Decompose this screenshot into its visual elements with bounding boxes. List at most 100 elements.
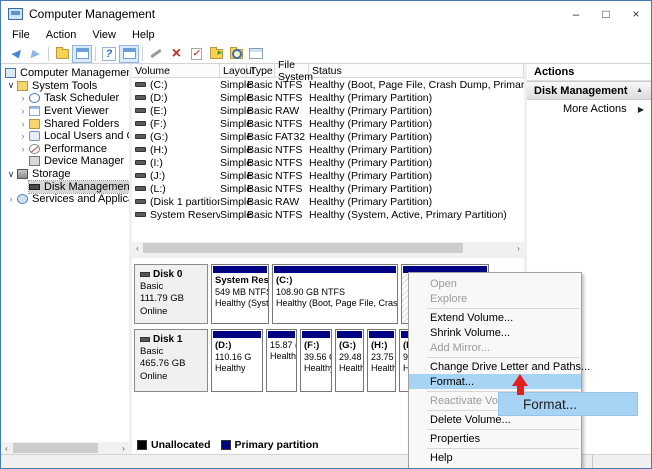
system-tools-icon <box>17 81 28 91</box>
show-console-tree-button[interactable] <box>72 45 92 63</box>
sidebar-item-computer-management[interactable]: Computer Management (Local <box>1 67 129 80</box>
forward-button[interactable] <box>25 45 45 63</box>
menu-item-format[interactable]: Format... <box>409 374 581 389</box>
menu-item-properties[interactable]: Properties <box>409 431 581 446</box>
scroll-right-icon[interactable]: › <box>513 242 524 254</box>
column-header-status[interactable]: Status <box>309 64 524 77</box>
table-row[interactable]: (I:) Simple Basic NTFS Healthy (Primary … <box>132 156 524 169</box>
chevron-expanded-icon[interactable] <box>5 169 17 180</box>
console-tree: Computer Management (Local System Tools … <box>1 64 129 442</box>
volume-icon <box>135 134 146 139</box>
partition-header <box>302 331 330 338</box>
check-disk-button[interactable] <box>186 45 206 63</box>
table-row[interactable]: (F:) Simple Basic NTFS Healthy (Primary … <box>132 117 524 130</box>
menu-item-explore: Explore <box>409 291 581 306</box>
menu-help[interactable]: Help <box>124 27 163 43</box>
column-header-type[interactable]: Type <box>247 64 275 77</box>
sidebar-item-system-tools[interactable]: System Tools <box>1 80 129 93</box>
more-actions-item[interactable]: More Actions <box>527 100 651 118</box>
chevron-collapsed-icon[interactable] <box>17 106 29 116</box>
volume-list-horizontal-scrollbar[interactable]: ‹ › <box>132 242 524 254</box>
column-header-file-system[interactable]: File System <box>275 64 309 77</box>
partition-system-reserved[interactable]: System Reserve 549 MB NTFS Healthy (Syst… <box>211 264 269 324</box>
table-row[interactable]: System Reserved (K:) Simple Basic NTFS H… <box>132 208 524 221</box>
menu-item-shrink-volume[interactable]: Shrink Volume... <box>409 325 581 340</box>
chevron-collapsed-icon[interactable] <box>5 194 17 204</box>
sidebar-item-device-manager[interactable]: Device Manager <box>1 155 129 168</box>
table-row[interactable]: (Disk 1 partition 2) Simple Basic RAW He… <box>132 195 524 208</box>
column-header-volume[interactable]: Volume <box>132 64 220 77</box>
table-row[interactable]: (D:) Simple Basic NTFS Healthy (Primary … <box>132 91 524 104</box>
partition-d[interactable]: (D:) 110.16 G Healthy <box>211 329 263 392</box>
menu-separator <box>427 429 579 430</box>
chevron-collapsed-icon[interactable] <box>17 119 29 129</box>
menu-file[interactable]: File <box>4 27 38 43</box>
find-button[interactable] <box>226 45 246 63</box>
table-row[interactable]: (H:) Simple Basic NTFS Healthy (Primary … <box>132 143 524 156</box>
sidebar-item-event-viewer[interactable]: Event Viewer <box>1 105 129 118</box>
menu-action[interactable]: Action <box>38 27 85 43</box>
partition-g[interactable]: (G:) 29.48 G Healthy <box>335 329 364 392</box>
remote-tool-button[interactable] <box>146 45 166 63</box>
tree-selection: Disk Management <box>29 181 129 193</box>
scroll-right-icon[interactable]: › <box>118 442 129 454</box>
delete-button[interactable] <box>166 45 186 63</box>
chevron-collapsed-icon[interactable] <box>17 93 29 103</box>
scroll-left-icon[interactable]: ‹ <box>1 442 12 454</box>
device-manager-icon <box>29 156 40 166</box>
show-action-pane-button[interactable] <box>119 45 139 63</box>
sidebar-item-local-users-and-groups[interactable]: Local Users and Groups <box>1 130 129 143</box>
column-header-layout[interactable]: Layout <box>220 64 247 77</box>
toolbar-separator <box>142 47 143 61</box>
menu-separator <box>427 448 579 449</box>
chevron-expanded-icon[interactable] <box>5 80 17 91</box>
close-button[interactable]: × <box>621 1 651 26</box>
open-folder-button[interactable] <box>52 45 72 63</box>
toolbar-separator <box>95 47 96 61</box>
sidebar-item-task-scheduler[interactable]: Task Scheduler <box>1 92 129 105</box>
partition-unlabeled[interactable]: 15.87 ( Health <box>266 329 297 392</box>
scroll-left-icon[interactable]: ‹ <box>132 242 143 254</box>
chevron-collapsed-icon[interactable] <box>17 144 29 154</box>
maximize-button[interactable]: □ <box>591 1 621 26</box>
sidebar-item-disk-management[interactable]: Disk Management <box>1 180 129 193</box>
menu-item-help[interactable]: Help <box>409 450 581 465</box>
help-icon <box>102 48 117 60</box>
computer-management-window: Computer Management – □ × File Action Vi… <box>0 0 652 469</box>
sidebar-item-storage[interactable]: Storage <box>1 168 129 181</box>
actions-section-disk-management[interactable]: Disk Management <box>527 81 651 100</box>
table-row[interactable]: (C:) Simple Basic NTFS Healthy (Boot, Pa… <box>132 78 524 91</box>
partition-h[interactable]: (H:) 23.75 G Healthy <box>367 329 396 392</box>
partition-f[interactable]: (F:) 39.56 G Healthy <box>300 329 332 392</box>
event-viewer-icon <box>29 106 40 116</box>
minimize-button[interactable]: – <box>561 1 591 26</box>
console-window-icon <box>76 48 89 59</box>
sidebar-item-services-and-applications[interactable]: Services and Applications <box>1 193 129 206</box>
table-row[interactable]: (E:) Simple Basic RAW Healthy (Primary P… <box>132 104 524 117</box>
back-button[interactable] <box>5 45 25 63</box>
table-row[interactable]: (J:) Simple Basic NTFS Healthy (Primary … <box>132 169 524 182</box>
scrollbar-thumb[interactable] <box>143 243 463 253</box>
disk-0-label[interactable]: Disk 0 Basic 111.79 GB Online <box>134 264 208 324</box>
sidebar-item-performance[interactable]: Performance <box>1 143 129 156</box>
scrollbar-thumb[interactable] <box>13 443 98 453</box>
export-button[interactable] <box>206 45 226 63</box>
collapse-arrow-icon[interactable] <box>636 87 643 94</box>
sidebar-item-shared-folders[interactable]: Shared Folders <box>1 117 129 130</box>
app-icon <box>8 8 23 20</box>
menu-item-change-drive-letter[interactable]: Change Drive Letter and Paths... <box>409 359 581 374</box>
properties-button[interactable] <box>246 45 266 63</box>
tree-horizontal-scrollbar[interactable]: ‹ › <box>1 442 129 454</box>
menu-item-extend-volume[interactable]: Extend Volume... <box>409 310 581 325</box>
table-row[interactable]: (G:) Simple Basic FAT32 Healthy (Primary… <box>132 130 524 143</box>
table-row[interactable]: (L:) Simple Basic NTFS Healthy (Primary … <box>132 182 524 195</box>
partition-header <box>337 331 362 338</box>
help-button[interactable] <box>99 45 119 63</box>
red-arrow-annotation <box>512 374 529 395</box>
partition-c[interactable]: (C:) 108.90 GB NTFS Healthy (Boot, Page … <box>272 264 398 324</box>
format-callout: Format... <box>498 392 638 416</box>
volume-rows: (C:) Simple Basic NTFS Healthy (Boot, Pa… <box>132 78 524 242</box>
menu-view[interactable]: View <box>84 27 124 43</box>
chevron-collapsed-icon[interactable] <box>17 131 29 141</box>
disk-1-label[interactable]: Disk 1 Basic 465.76 GB Online <box>134 329 208 392</box>
